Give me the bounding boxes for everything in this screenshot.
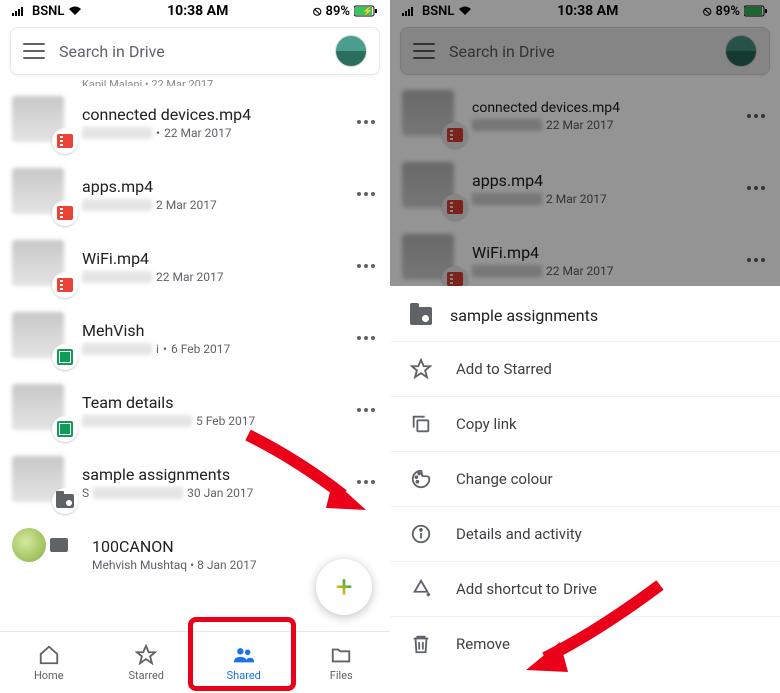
sheet-item-remove[interactable]: Remove: [390, 616, 780, 671]
star-icon: [410, 358, 432, 380]
account-avatar[interactable]: [335, 35, 367, 67]
battery-icon: ⚡: [354, 5, 378, 17]
sheet-icon: [52, 416, 78, 442]
file-name: 100CANON: [92, 537, 378, 556]
video-icon: [52, 272, 78, 298]
more-options-button[interactable]: [354, 326, 378, 350]
file-row[interactable]: connected devices.mp4 • 22 Mar 2017: [12, 86, 378, 158]
sheet-header: sample assignments: [390, 290, 780, 341]
sheet-item-shortcut[interactable]: Add shortcut to Drive: [390, 561, 780, 616]
sheet-item-star[interactable]: Add to Starred: [390, 341, 780, 396]
file-name: MehVish: [82, 321, 344, 340]
sheet-title: sample assignments: [450, 306, 598, 325]
screen-action-sheet: BSNL 10:38 AM ⦸89% Search in Drive conne…: [390, 0, 780, 693]
signal-icon: [12, 6, 28, 16]
sheet-item-copy-link[interactable]: Copy link: [390, 396, 780, 451]
nav-starred[interactable]: Starred: [98, 632, 196, 693]
file-name: WiFi.mp4: [82, 249, 344, 268]
carrier-label: BSNL: [32, 4, 64, 19]
palette-icon: [410, 468, 432, 490]
sheet-item-details[interactable]: Details and activity: [390, 506, 780, 561]
new-fab[interactable]: +: [316, 559, 372, 615]
folder-shared-icon: [52, 488, 78, 514]
people-icon: [233, 644, 255, 666]
file-row[interactable]: Team details 5 Feb 2017: [12, 374, 378, 446]
nav-home[interactable]: Home: [0, 632, 98, 693]
star-icon: [135, 644, 157, 666]
folder-icon: [330, 644, 352, 666]
info-icon: [410, 523, 432, 545]
owner-avatar: [12, 528, 46, 562]
action-sheet: sample assignments Add to Starred Copy l…: [390, 286, 780, 693]
trash-icon: [410, 633, 432, 655]
file-name: connected devices.mp4: [82, 105, 344, 124]
home-icon: [38, 644, 60, 666]
video-icon: [52, 200, 78, 226]
more-options-button[interactable]: [354, 182, 378, 206]
file-list: Kapil Malani • 22 Mar 2017 connected dev…: [0, 78, 390, 590]
orientation-lock-icon: ⦸: [313, 4, 321, 19]
battery-pct: 89%: [326, 4, 350, 19]
file-row[interactable]: apps.mp4 2 Mar 2017: [12, 158, 378, 230]
more-options-button[interactable]: [354, 470, 378, 494]
file-row[interactable]: sample assignments S 30 Jan 2017: [12, 446, 378, 518]
wifi-icon: [68, 6, 82, 16]
nav-files[interactable]: Files: [293, 632, 391, 693]
status-bar: BSNL 10:38 AM ⦸ 89% ⚡: [0, 0, 390, 22]
status-time: 10:38 AM: [167, 3, 228, 19]
folder-shared-icon: [410, 307, 432, 325]
sheet-icon: [52, 344, 78, 370]
file-row[interactable]: MehVish i • 6 Feb 2017: [12, 302, 378, 374]
partial-row: Kapil Malani • 22 Mar 2017: [12, 78, 378, 86]
more-options-button[interactable]: [354, 398, 378, 422]
video-icon: [52, 128, 78, 154]
file-name: Team details: [82, 393, 344, 412]
menu-icon[interactable]: [23, 43, 45, 59]
sheet-item-change-colour[interactable]: Change colour: [390, 451, 780, 506]
more-options-button[interactable]: [354, 110, 378, 134]
screen-drive-list: BSNL 10:38 AM ⦸ 89% ⚡ Search in Drive Ka…: [0, 0, 390, 693]
file-row[interactable]: WiFi.mp4 22 Mar 2017: [12, 230, 378, 302]
shortcut-icon: [410, 578, 432, 600]
file-name: apps.mp4: [82, 177, 344, 196]
more-options-button[interactable]: [354, 254, 378, 278]
copy-icon: [410, 413, 432, 435]
svg-text:⚡: ⚡: [362, 5, 373, 17]
file-name: sample assignments: [82, 465, 344, 484]
search-placeholder[interactable]: Search in Drive: [59, 42, 321, 61]
search-bar[interactable]: Search in Drive: [10, 27, 380, 75]
bottom-nav: Home Starred Shared Files: [0, 631, 390, 693]
modal-overlay[interactable]: [390, 0, 780, 286]
nav-shared[interactable]: Shared: [195, 632, 293, 693]
